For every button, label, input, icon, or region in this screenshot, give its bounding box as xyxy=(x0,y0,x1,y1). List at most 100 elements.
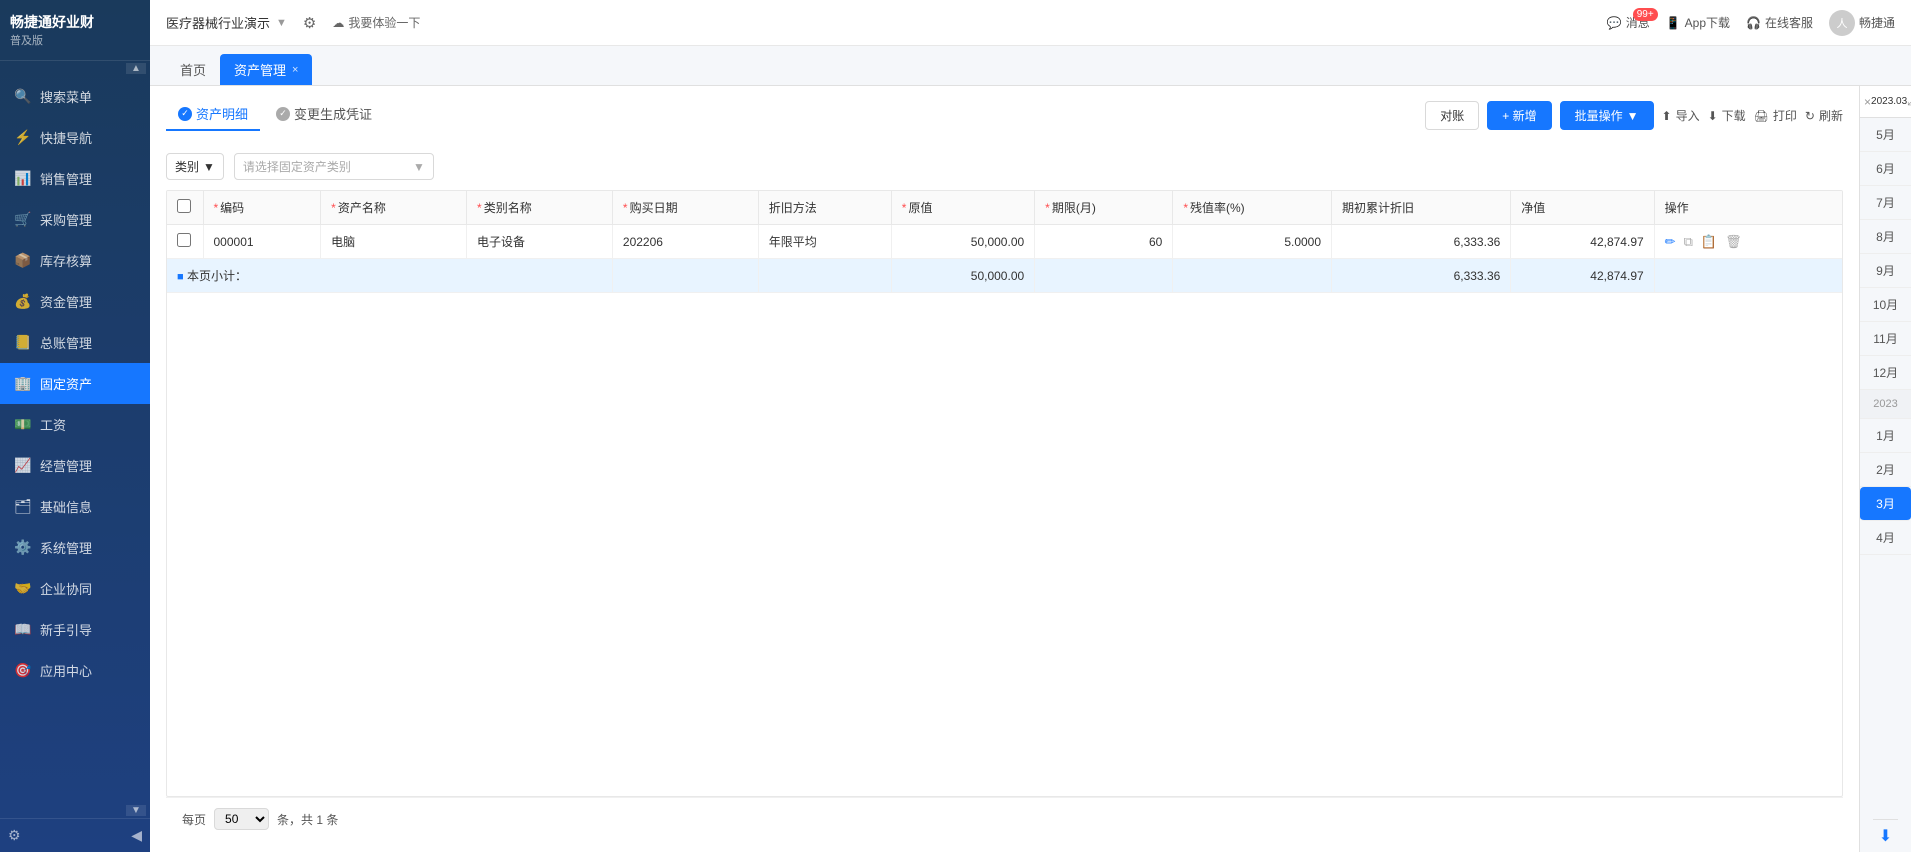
sidebar-item-quicknav[interactable]: ⚡ 快捷导航 xyxy=(0,117,150,158)
subtotal-row: ■ 本页小计： 50,000.00 6,333.36 42,874.97 xyxy=(167,259,1842,293)
sidebar-item-salary[interactable]: 💵 工资 xyxy=(0,404,150,445)
page-area: 首页 资产管理 × ✓ 资产明细 ✓ xyxy=(150,46,1911,852)
topbar-right: 💬 消息 99+ 📱 App下载 🎧 在线客服 人 畅捷通 xyxy=(1607,10,1895,36)
company-selector[interactable]: 医疗器械行业演示 ▼ xyxy=(166,13,287,32)
category-filter[interactable]: 类别 ▼ xyxy=(166,153,224,180)
tab-asset-management-label: 资产管理 xyxy=(234,60,286,79)
sidebar-item-search[interactable]: 🔍 搜索菜单 xyxy=(0,76,150,117)
tab-close-icon[interactable]: × xyxy=(292,64,298,76)
row-original-value-cell: 50,000.00 xyxy=(891,225,1034,259)
sidebar-item-appcenter[interactable]: 🎯 应用中心 xyxy=(0,650,150,691)
service-icon: 🎧 xyxy=(1746,16,1761,30)
message-icon: 💬 xyxy=(1607,16,1622,30)
row-export-button[interactable]: 📋 xyxy=(1701,234,1717,250)
sidebar-collapse-icon[interactable]: ◀ xyxy=(131,827,142,844)
per-page-select[interactable]: 50 20 100 200 xyxy=(214,808,269,830)
right-panel-expand-icon[interactable]: ⤢ xyxy=(1907,94,1911,109)
sub-tab-change-voucher[interactable]: ✓ 变更生成凭证 xyxy=(264,98,384,131)
sidebar-scroll-up[interactable]: ▲ xyxy=(126,63,146,74)
row-net-value-cell: 42,874.97 xyxy=(1511,225,1654,259)
experience-label: 我要体验一下 xyxy=(348,14,420,31)
message-button[interactable]: 💬 消息 99+ xyxy=(1607,14,1650,31)
sidebar-item-system[interactable]: ⚙️ 系统管理 xyxy=(0,527,150,568)
company-arrow-icon: ▼ xyxy=(276,17,287,29)
ledger-button[interactable]: 对账 xyxy=(1425,101,1479,130)
app-icon: 📱 xyxy=(1666,16,1681,30)
row-initial-depreciation-cell: 6,333.36 xyxy=(1332,225,1511,259)
sidebar-item-label-ledger: 总账管理 xyxy=(40,333,92,352)
fixedassets-icon: 🏢 xyxy=(14,375,32,392)
month-9[interactable]: 9月 xyxy=(1860,254,1911,288)
row-residual-rate-cell: 5.0000 xyxy=(1173,225,1332,259)
tab-asset-management[interactable]: 资产管理 × xyxy=(220,54,312,85)
sidebar-item-label-salary: 工资 xyxy=(40,415,66,434)
sidebar-item-label-fixedassets: 固定资产 xyxy=(40,374,92,393)
sidebar-item-basic[interactable]: 🗂 基础信息 xyxy=(0,486,150,527)
month-2[interactable]: 2月 xyxy=(1860,453,1911,487)
sidebar-item-label-capital: 资金管理 xyxy=(40,292,92,311)
download-button[interactable]: ⬇ 下载 xyxy=(1708,107,1746,124)
month-6[interactable]: 6月 xyxy=(1860,152,1911,186)
subtotal-label-cell: ■ 本页小计： xyxy=(167,259,612,293)
month-12[interactable]: 12月 xyxy=(1860,356,1911,390)
sidebar-scroll-area: 🔍 搜索菜单 ⚡ 快捷导航 📊 销售管理 🛒 采购管理 📦 库存核算 💰 资金管… xyxy=(0,76,150,803)
month-4[interactable]: 4月 xyxy=(1860,521,1911,555)
sidebar-item-purchase[interactable]: 🛒 采购管理 xyxy=(0,199,150,240)
service-button[interactable]: 🎧 在线客服 xyxy=(1746,14,1813,31)
row-edit-button[interactable]: ✏ xyxy=(1665,234,1676,250)
import-button[interactable]: ⬆ 导入 xyxy=(1662,107,1700,124)
table-body: 000001 电脑 电子设备 202206 年限平均 50,000.00 60 … xyxy=(167,225,1842,293)
filter-row: 类别 ▼ 请选择固定资产类别 ▼ xyxy=(166,153,1843,180)
basic-icon: 🗂 xyxy=(14,498,32,515)
subtotal-initial-depreciation: 6,333.36 xyxy=(1332,259,1511,293)
category-value-filter[interactable]: 请选择固定资产类别 ▼ xyxy=(234,153,434,180)
subtotal-original-value: 50,000.00 xyxy=(891,259,1034,293)
sidebar-item-label-search: 搜索菜单 xyxy=(40,87,92,106)
tab-home[interactable]: 首页 xyxy=(166,54,220,85)
month-5[interactable]: 5月 xyxy=(1860,118,1911,152)
sidebar-item-fixedassets[interactable]: 🏢 固定资产 xyxy=(0,363,150,404)
sidebar-item-cooperation[interactable]: 🤝 企业协同 xyxy=(0,568,150,609)
month-7[interactable]: 7月 xyxy=(1860,186,1911,220)
col-depreciation-method: 折旧方法 xyxy=(758,191,891,225)
refresh-button[interactable]: ↻ 刷新 xyxy=(1805,107,1843,124)
month-1[interactable]: 1月 xyxy=(1860,419,1911,453)
month-8[interactable]: 8月 xyxy=(1860,220,1911,254)
right-panel-close-icon[interactable]: × xyxy=(1864,95,1871,109)
row-name-cell: 电脑 xyxy=(321,225,467,259)
print-button[interactable]: 🖨 打印 xyxy=(1754,107,1797,124)
calendar-down-arrow[interactable]: ⬇ xyxy=(1879,826,1892,846)
sidebar-item-capital[interactable]: 💰 资金管理 xyxy=(0,281,150,322)
month-11[interactable]: 11月 xyxy=(1860,322,1911,356)
sidebar-item-ledger[interactable]: 📒 总账管理 xyxy=(0,322,150,363)
month-10[interactable]: 10月 xyxy=(1860,288,1911,322)
row-copy-button[interactable]: ⧉ xyxy=(1684,234,1693,250)
row-period-cell: 60 xyxy=(1035,225,1173,259)
quicknav-icon: ⚡ xyxy=(14,129,32,146)
sub-tab-asset-detail[interactable]: ✓ 资产明细 xyxy=(166,98,260,131)
app-download-button[interactable]: 📱 App下载 xyxy=(1666,14,1730,31)
sub-tabs: ✓ 资产明细 ✓ 变更生成凭证 xyxy=(166,98,384,131)
row-category-cell: 电子设备 xyxy=(467,225,613,259)
sidebar-item-inventory[interactable]: 📦 库存核算 xyxy=(0,240,150,281)
row-checkbox[interactable] xyxy=(177,233,191,247)
user-button[interactable]: 人 畅捷通 xyxy=(1829,10,1895,36)
app-label: App下载 xyxy=(1685,14,1730,31)
row-delete-button[interactable]: 🗑 xyxy=(1725,234,1742,250)
sidebar-item-guide[interactable]: 📖 新手引导 xyxy=(0,609,150,650)
sidebar-settings-icon[interactable]: ⚙ xyxy=(8,827,21,844)
sidebar-scroll-down[interactable]: ▼ xyxy=(126,805,146,816)
col-initial-depreciation: 期初累计折旧 xyxy=(1332,191,1511,225)
col-actions: 操作 xyxy=(1654,191,1842,225)
sidebar-item-operations[interactable]: 📈 经营管理 xyxy=(0,445,150,486)
batch-button[interactable]: 批量操作 ▼ xyxy=(1560,101,1654,130)
total-label: 条，共 1 条 xyxy=(277,811,338,828)
add-button[interactable]: + 新增 xyxy=(1487,101,1551,130)
topbar-experience-button[interactable]: ☁ 我要体验一下 xyxy=(332,14,420,31)
sidebar-item-sales[interactable]: 📊 销售管理 xyxy=(0,158,150,199)
month-3-current[interactable]: 3月 xyxy=(1860,487,1911,521)
topbar-settings-button[interactable]: ⚙ xyxy=(299,10,320,36)
select-all-checkbox[interactable] xyxy=(177,199,191,213)
right-panel-header: × 2023.03 ⤢ xyxy=(1860,86,1911,118)
batch-arrow-icon: ▼ xyxy=(1627,109,1639,123)
